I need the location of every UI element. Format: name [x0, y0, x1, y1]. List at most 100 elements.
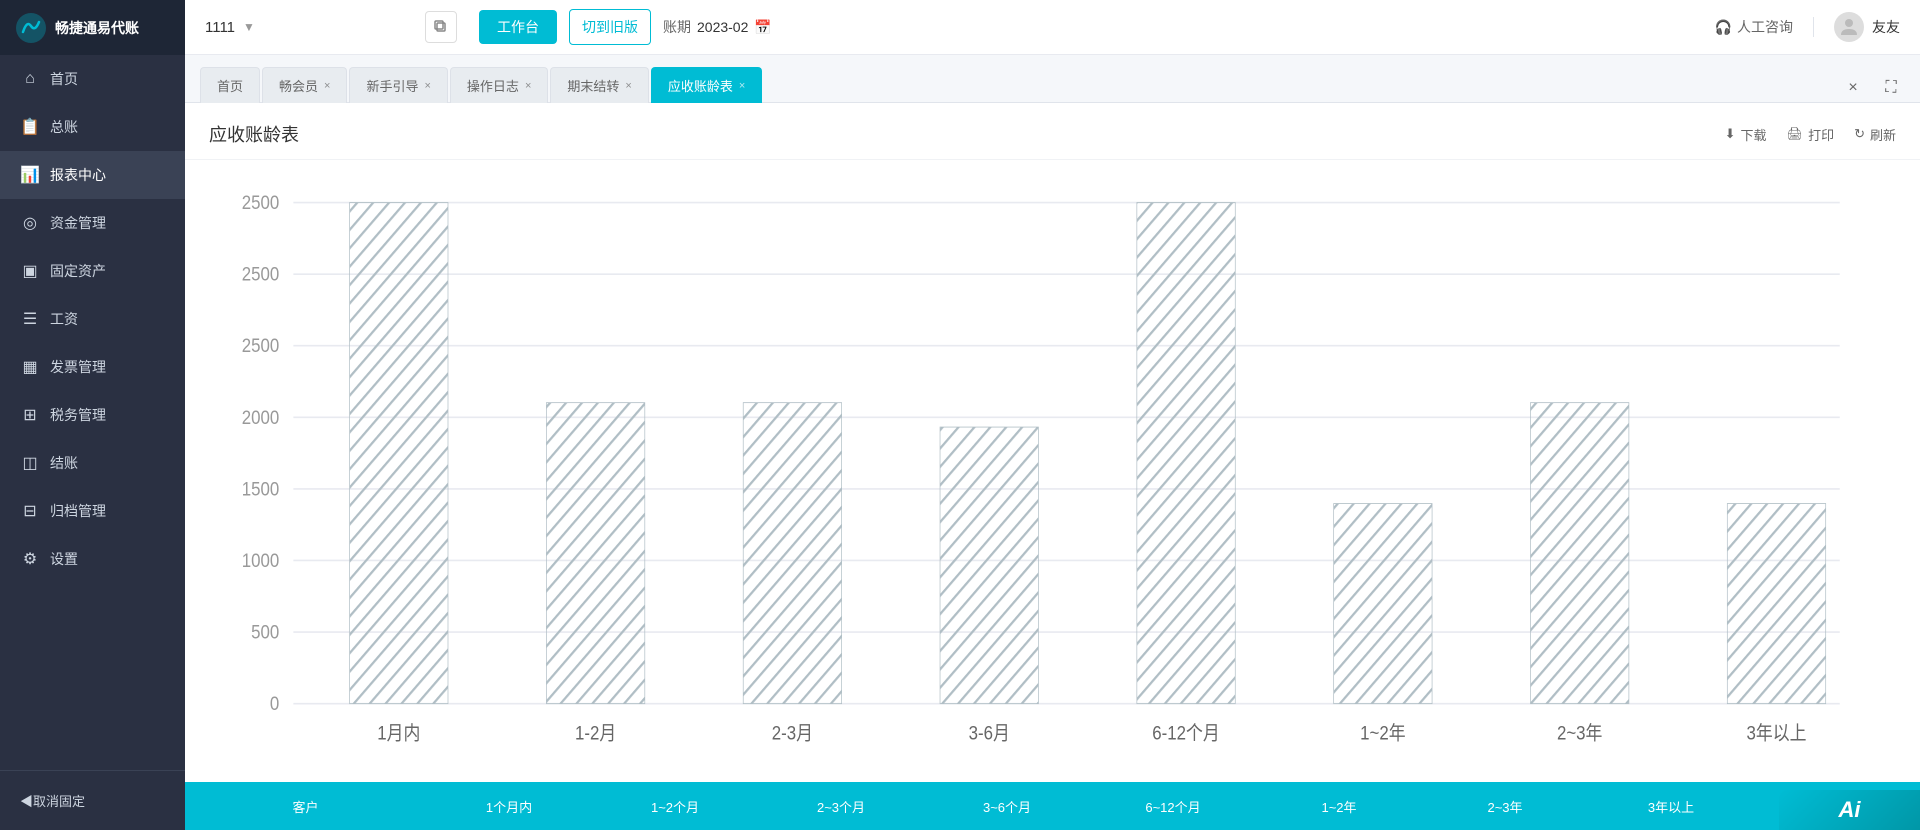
- svg-text:2500: 2500: [242, 262, 280, 284]
- sidebar-label-reports: 报表中心: [50, 165, 106, 185]
- svg-text:0: 0: [270, 692, 279, 714]
- invoice-icon: ▦: [20, 357, 40, 377]
- sidebar-item-reports[interactable]: 📊 报表中心: [0, 151, 185, 199]
- closing-icon: ◫: [20, 453, 40, 473]
- sidebar-item-archive[interactable]: ⊟ 归档管理: [0, 487, 185, 535]
- header-actions: ⬇ 下载 🖨 打印 ↻ 刷新: [1725, 125, 1896, 144]
- chart-area: 2500 2500 2500 2000 1500 1000 500 0 1月内: [185, 160, 1920, 782]
- tab-home-label: 首页: [217, 76, 243, 95]
- tax-icon: ⊞: [20, 405, 40, 425]
- tab-guide[interactable]: 新手引导 ×: [349, 67, 447, 103]
- th-1-2year: 1~2年: [1256, 797, 1422, 816]
- tab-oplog-close[interactable]: ×: [525, 80, 531, 92]
- sidebar-label-home: 首页: [50, 69, 78, 89]
- tab-member[interactable]: 畅会员 ×: [262, 67, 347, 103]
- sidebar: 畅捷通易代账 ⌂ 首页 📋 总账 📊 报表中心 ◎ 资金管理 ▣ 固定资产 ☰ …: [0, 0, 185, 830]
- th-1month: 1个月内: [426, 797, 592, 816]
- th-2-3month: 2~3个月: [758, 797, 924, 816]
- settings-icon: ⚙: [20, 549, 40, 569]
- svg-text:1-2月: 1-2月: [575, 721, 616, 743]
- sidebar-item-ledger[interactable]: 📋 总账: [0, 103, 185, 151]
- tab-guide-close[interactable]: ×: [424, 80, 430, 92]
- sidebar-item-settings[interactable]: ⚙ 设置: [0, 535, 185, 583]
- th-6-12month: 6~12个月: [1090, 797, 1256, 816]
- download-button[interactable]: ⬇ 下载: [1725, 125, 1767, 144]
- tab-home[interactable]: 首页: [200, 67, 260, 103]
- sidebar-label-closing: 结账: [50, 453, 78, 473]
- ledger-icon: 📋: [20, 117, 40, 137]
- sidebar-item-assets[interactable]: ▣ 固定资产: [0, 247, 185, 295]
- tab-member-close[interactable]: ×: [324, 80, 330, 92]
- tabbar: 首页 畅会员 × 新手引导 × 操作日志 × 期末结转 × 应收账龄表 × × …: [185, 55, 1920, 103]
- ai-label: Ai: [1839, 797, 1861, 823]
- archive-icon: ⊟: [20, 501, 40, 521]
- tab-member-label: 畅会员: [279, 76, 318, 95]
- headset-icon: 🎧: [1715, 19, 1732, 36]
- content-header: 应收账龄表 ⬇ 下载 🖨 打印 ↻ 刷新: [185, 103, 1920, 160]
- tab-period-end[interactable]: 期末结转 ×: [550, 67, 648, 103]
- close-all-button[interactable]: ×: [1839, 74, 1867, 102]
- print-label: 打印: [1808, 125, 1834, 144]
- switch-version-button[interactable]: 切到旧版: [569, 9, 651, 45]
- th-customer: 客户: [185, 797, 426, 816]
- sidebar-item-funds[interactable]: ◎ 资金管理: [0, 199, 185, 247]
- help-label: 人工咨询: [1737, 17, 1793, 37]
- ai-badge[interactable]: Ai: [1779, 790, 1920, 830]
- print-button[interactable]: 🖨 打印: [1787, 125, 1835, 144]
- refresh-icon: ↻: [1854, 126, 1865, 142]
- sidebar-item-closing[interactable]: ◫ 结账: [0, 439, 185, 487]
- sidebar-bottom: ◀取消固定: [0, 770, 185, 830]
- tab-aging-label: 应收账龄表: [668, 76, 733, 95]
- refresh-button[interactable]: ↻ 刷新: [1854, 125, 1896, 144]
- tab-oplog[interactable]: 操作日志 ×: [450, 67, 548, 103]
- download-label: 下载: [1741, 125, 1767, 144]
- main-area: 1111 ▼ 工作台 切到旧版 账期 2023-02 📅 🎧 人工咨询: [185, 0, 1920, 830]
- company-name: 1111: [205, 19, 235, 36]
- bar-6-12-month: [1137, 203, 1235, 704]
- period-value: 2023-02: [697, 19, 748, 35]
- sidebar-label-tax: 税务管理: [50, 405, 106, 425]
- company-selector[interactable]: 1111 ▼: [205, 19, 405, 36]
- bar-1-month: [350, 203, 448, 704]
- sidebar-item-home[interactable]: ⌂ 首页: [0, 55, 185, 103]
- tab-period-end-close[interactable]: ×: [625, 80, 631, 92]
- cancel-pin-btn[interactable]: ◀取消固定: [0, 781, 185, 820]
- assets-icon: ▣: [20, 261, 40, 281]
- user-name: 友友: [1872, 17, 1900, 37]
- svg-text:500: 500: [251, 620, 279, 642]
- tab-aging[interactable]: 应收账龄表 ×: [651, 67, 762, 103]
- svg-text:1~2年: 1~2年: [1360, 721, 1405, 743]
- logo-text: 畅捷通易代账: [55, 18, 139, 38]
- calendar-icon[interactable]: 📅: [754, 19, 771, 36]
- th-3-6month: 3~6个月: [924, 797, 1090, 816]
- copy-button[interactable]: [425, 11, 457, 43]
- bar-3plus-year: [1727, 504, 1825, 704]
- tab-guide-label: 新手引导: [366, 76, 418, 95]
- page-title: 应收账龄表: [209, 121, 299, 147]
- maximize-button[interactable]: ⛶: [1877, 74, 1905, 102]
- user-button[interactable]: 友友: [1834, 12, 1900, 42]
- salary-icon: ☰: [20, 309, 40, 329]
- bar-1-2-month: [546, 403, 644, 704]
- logo-icon: [15, 12, 47, 44]
- sidebar-item-salary[interactable]: ☰ 工资: [0, 295, 185, 343]
- workbench-button[interactable]: 工作台: [479, 10, 557, 44]
- reports-icon: 📊: [20, 165, 40, 185]
- sidebar-label-invoice: 发票管理: [50, 357, 106, 377]
- sidebar-label-ledger: 总账: [50, 117, 78, 137]
- sidebar-item-invoice[interactable]: ▦ 发票管理: [0, 343, 185, 391]
- avatar: [1834, 12, 1864, 42]
- tab-oplog-label: 操作日志: [467, 76, 519, 95]
- sidebar-label-salary: 工资: [50, 309, 78, 329]
- home-icon: ⌂: [20, 70, 40, 88]
- help-button[interactable]: 🎧 人工咨询: [1715, 17, 1793, 37]
- svg-text:6-12个月: 6-12个月: [1152, 721, 1219, 743]
- sidebar-item-tax[interactable]: ⊞ 税务管理: [0, 391, 185, 439]
- sidebar-label-funds: 资金管理: [50, 213, 106, 233]
- sidebar-nav: ⌂ 首页 📋 总账 📊 报表中心 ◎ 资金管理 ▣ 固定资产 ☰ 工资 ▦ 发票…: [0, 55, 185, 770]
- th-2-3year: 2~3年: [1422, 797, 1588, 816]
- sidebar-label-settings: 设置: [50, 549, 78, 569]
- copy-icon: [434, 20, 448, 34]
- tab-aging-close[interactable]: ×: [739, 80, 745, 92]
- cancel-pin-label: ◀取消固定: [20, 791, 85, 810]
